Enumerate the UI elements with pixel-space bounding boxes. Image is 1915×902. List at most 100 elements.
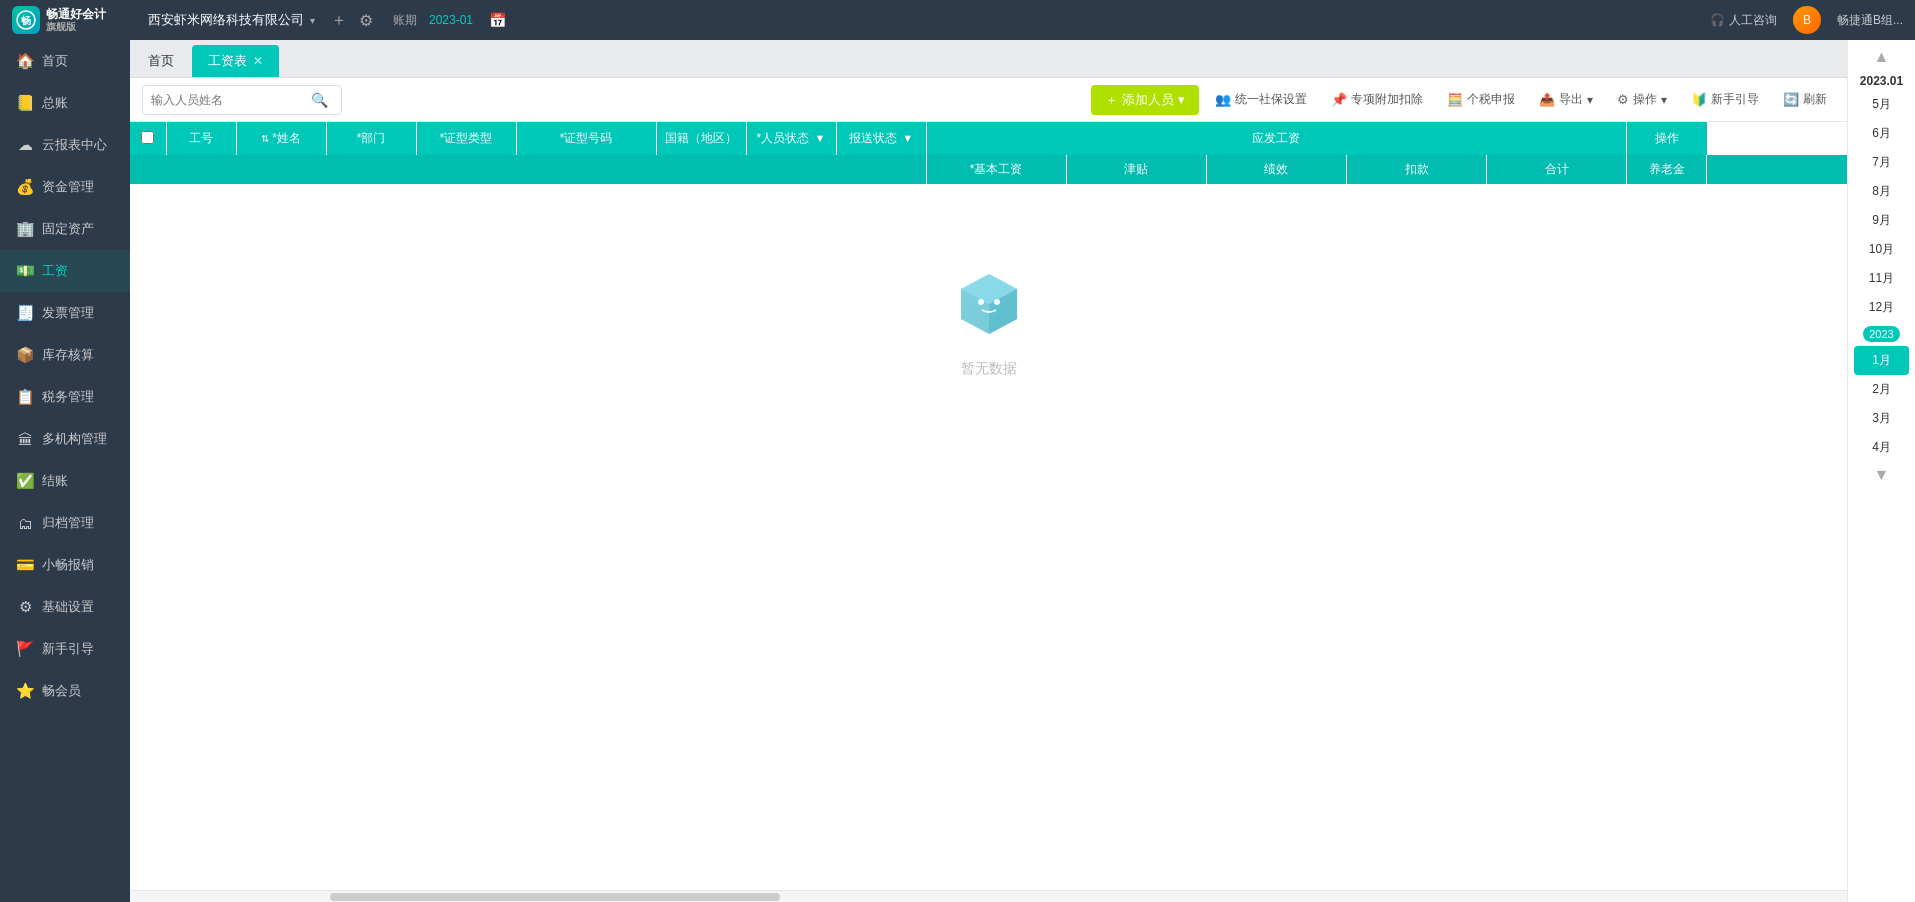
sub-header-pension: 养老金 — [1627, 155, 1707, 184]
cal-month-10[interactable]: 10月 — [1848, 235, 1915, 264]
sidebar-item-cloud[interactable]: ☁ 云报表中心 — [0, 124, 130, 166]
calendar-panel: ▲ 2023.01 5月 6月 7月 8月 9月 10月 11月 12月 202… — [1847, 40, 1915, 902]
search-input[interactable] — [151, 93, 311, 107]
sidebar-item-archive[interactable]: 🗂 归档管理 — [0, 502, 130, 544]
empty-state: 暂无数据 — [130, 184, 1847, 458]
sidebar-item-member[interactable]: ⭐ 畅会员 — [0, 670, 130, 712]
refresh-btn[interactable]: 🔄 刷新 — [1775, 87, 1835, 112]
sidebar-item-guide[interactable]: 🚩 新手引导 — [0, 628, 130, 670]
main-layout: 🏠 首页 📒 总账 ☁ 云报表中心 💰 资金管理 🏢 固定资产 💵 工资 🧾 发… — [0, 40, 1915, 902]
company-selector[interactable]: 西安虾米网络科技有限公司 ▾ — [148, 11, 315, 29]
cal-month-5[interactable]: 5月 — [1848, 90, 1915, 119]
refresh-label: 刷新 — [1803, 91, 1827, 108]
sidebar-label-ledger: 总账 — [42, 94, 68, 112]
cal-month-6[interactable]: 6月 — [1848, 119, 1915, 148]
cal-month-12[interactable]: 12月 — [1848, 293, 1915, 322]
sidebar-item-invoice[interactable]: 🧾 发票管理 — [0, 292, 130, 334]
operations-label: 操作 — [1633, 91, 1657, 108]
cal-month-2[interactable]: 2月 — [1848, 375, 1915, 404]
filter-report-icon[interactable]: ▼ — [902, 132, 913, 144]
sidebar-item-multi[interactable]: 🏛 多机构管理 — [0, 418, 130, 460]
sidebar-label-assets: 固定资产 — [42, 220, 94, 238]
header-checkbox-col — [130, 122, 166, 155]
tab-salary-sheet[interactable]: 工资表 ✕ — [192, 45, 279, 77]
select-all-checkbox[interactable] — [141, 131, 154, 144]
sort-icon-name: ⇅ — [261, 133, 269, 144]
export-icon: 📤 — [1539, 92, 1555, 107]
operations-btn[interactable]: ⚙ 操作 ▾ — [1609, 87, 1675, 112]
home-icon: 🏠 — [16, 52, 34, 70]
add-dropdown-icon: ▾ — [1178, 92, 1185, 107]
tab-home-label: 首页 — [148, 52, 174, 70]
sidebar-item-funds[interactable]: 💰 资金管理 — [0, 166, 130, 208]
empty-text: 暂无数据 — [961, 360, 1017, 378]
sidebar-item-settle[interactable]: ✅ 结账 — [0, 460, 130, 502]
personal-tax-icon: 🧮 — [1447, 92, 1463, 107]
svg-text:畅: 畅 — [21, 15, 31, 26]
cal-month-8[interactable]: 8月 — [1848, 177, 1915, 206]
header-salary-group: 应发工资 — [926, 122, 1627, 155]
sidebar-label-settle: 结账 — [42, 472, 68, 490]
guide-label: 新手引导 — [1711, 91, 1759, 108]
salary-table: 工号 ⇅ *姓名 *部门 *证型类型 *证型号码 国籍（地区） *人员状态 ▼ … — [130, 122, 1847, 458]
sidebar-label-home: 首页 — [42, 52, 68, 70]
settle-icon: ✅ — [16, 472, 34, 490]
tax-icon: 📋 — [16, 388, 34, 406]
period-value[interactable]: 2023-01 — [429, 13, 473, 27]
svg-point-6 — [978, 299, 984, 305]
cal-next-btn[interactable]: ▼ — [1870, 462, 1894, 488]
sidebar-item-home[interactable]: 🏠 首页 — [0, 40, 130, 82]
scroll-thumb[interactable] — [330, 893, 780, 901]
cal-month-3[interactable]: 3月 — [1848, 404, 1915, 433]
search-icon: 🔍 — [311, 92, 328, 108]
ledger-icon: 📒 — [16, 94, 34, 112]
sidebar-item-expense[interactable]: 💳 小畅报销 — [0, 544, 130, 586]
cal-month-1-active[interactable]: 1月 — [1854, 346, 1909, 375]
top-header: 畅 畅通好会计 旗舰版 西安虾米网络科技有限公司 ▾ ＋ ⚙ 账期 2023-0… — [0, 0, 1915, 40]
cal-month-4[interactable]: 4月 — [1848, 433, 1915, 462]
sidebar-item-settings[interactable]: ⚙ 基础设置 — [0, 586, 130, 628]
cal-year-badge: 2023 — [1863, 326, 1899, 342]
sidebar-label-guide: 新手引导 — [42, 640, 94, 658]
tab-home[interactable]: 首页 — [132, 45, 190, 77]
sidebar-item-assets[interactable]: 🏢 固定资产 — [0, 208, 130, 250]
sidebar-item-inventory[interactable]: 📦 库存核算 — [0, 334, 130, 376]
sidebar-item-tax[interactable]: 📋 税务管理 — [0, 376, 130, 418]
sidebar-item-ledger[interactable]: 📒 总账 — [0, 82, 130, 124]
export-btn[interactable]: 📤 导出 ▾ — [1531, 87, 1601, 112]
cal-month-9[interactable]: 9月 — [1848, 206, 1915, 235]
sidebar-label-cloud: 云报表中心 — [42, 136, 107, 154]
app-logo-icon: 畅 — [12, 6, 40, 34]
sub-header-deduct: 扣款 — [1346, 155, 1486, 184]
tab-close-icon[interactable]: ✕ — [253, 54, 263, 68]
add-person-button[interactable]: ＋ 添加人员 ▾ — [1091, 85, 1199, 115]
settings-icon[interactable]: ⚙ — [359, 11, 373, 30]
cal-month-7[interactable]: 7月 — [1848, 148, 1915, 177]
user-name: 畅捷通B组... — [1837, 12, 1903, 29]
sub-header-total: 合计 — [1487, 155, 1627, 184]
guide-btn[interactable]: 🔰 新手引导 — [1683, 87, 1767, 112]
social-insurance-icon: 👥 — [1215, 92, 1231, 107]
cal-prev-btn[interactable]: ▲ — [1870, 44, 1894, 70]
cal-period-label: 2023.01 — [1860, 70, 1903, 90]
social-insurance-btn[interactable]: 👥 统一社保设置 — [1207, 87, 1315, 112]
content-area: 首页 工资表 ✕ 🔍 ＋ 添加人员 ▾ 👥 统一社保设置 — [130, 40, 1847, 902]
toolbar: 🔍 ＋ 添加人员 ▾ 👥 统一社保设置 📌 专项附加扣除 🧮 — [130, 78, 1847, 122]
invoice-icon: 🧾 — [16, 304, 34, 322]
company-name: 西安虾米网络科技有限公司 — [148, 11, 304, 29]
special-deduct-btn[interactable]: 📌 专项附加扣除 — [1323, 87, 1431, 112]
sidebar-label-salary: 工资 — [42, 262, 68, 280]
calendar-icon[interactable]: 📅 — [489, 12, 506, 28]
table-scrollbar[interactable] — [130, 890, 1847, 902]
guide-toolbar-icon: 🔰 — [1691, 92, 1707, 107]
sidebar-item-salary[interactable]: 💵 工资 — [0, 250, 130, 292]
add-company-button[interactable]: ＋ — [331, 10, 347, 31]
personal-tax-btn[interactable]: 🧮 个税申报 — [1439, 87, 1523, 112]
funds-icon: 💰 — [16, 178, 34, 196]
export-label: 导出 — [1559, 91, 1583, 108]
sidebar-label-tax: 税务管理 — [42, 388, 94, 406]
filter-status-icon[interactable]: ▼ — [815, 132, 826, 144]
special-deduct-label: 专项附加扣除 — [1351, 91, 1423, 108]
service-button[interactable]: 🎧 人工咨询 — [1710, 12, 1777, 29]
cal-month-11[interactable]: 11月 — [1848, 264, 1915, 293]
